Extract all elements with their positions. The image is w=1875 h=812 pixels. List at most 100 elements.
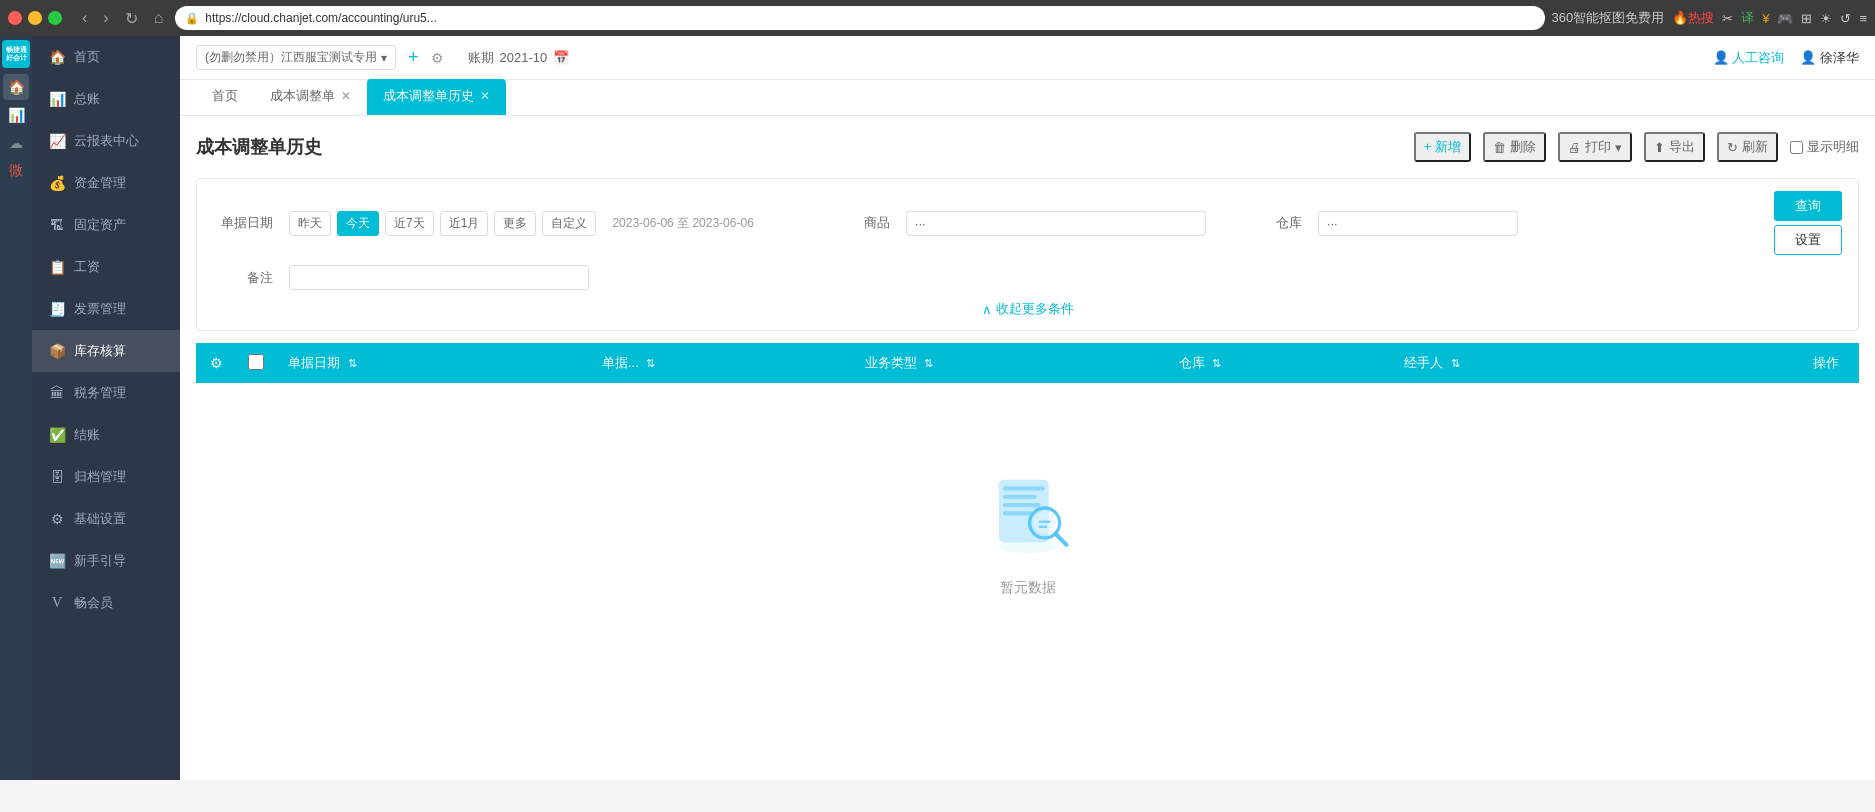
- product-selector[interactable]: ···: [906, 211, 1206, 236]
- export-label: 导出: [1669, 138, 1695, 156]
- nav-item-asset[interactable]: 🏗 固定资产: [32, 204, 180, 246]
- svg-rect-10: [1038, 526, 1046, 529]
- svg-rect-9: [1038, 521, 1050, 524]
- show-detail-checkbox[interactable]: [1790, 141, 1803, 154]
- nav-label-report: 云报表中心: [74, 132, 139, 150]
- nav-item-home[interactable]: 🏠 首页: [32, 36, 180, 78]
- back-btn[interactable]: ‹: [76, 7, 93, 30]
- svg-rect-2: [1003, 486, 1045, 490]
- refresh-icon: ↻: [1727, 140, 1738, 155]
- table-select-all[interactable]: [248, 354, 264, 370]
- browser-max-btn[interactable]: [48, 11, 62, 25]
- add-company-btn[interactable]: +: [408, 47, 419, 68]
- date-btn-7days[interactable]: 近7天: [385, 211, 434, 236]
- date-btn-1month[interactable]: 近1月: [440, 211, 489, 236]
- delete-label: 删除: [1510, 138, 1536, 156]
- coin-icon: ¥: [1762, 11, 1769, 26]
- sidebar-icon-home[interactable]: 🏠: [3, 74, 29, 100]
- show-detail-toggle[interactable]: 显示明细: [1790, 138, 1859, 156]
- tab-cost-adjustment-close[interactable]: ✕: [341, 89, 351, 103]
- company-settings-btn[interactable]: ⚙: [431, 50, 444, 66]
- nav-item-invoice[interactable]: 🧾 发票管理: [32, 288, 180, 330]
- forward-btn[interactable]: ›: [97, 7, 114, 30]
- col-doc-label: 单据...: [602, 355, 639, 370]
- tab-home[interactable]: 首页: [196, 79, 254, 115]
- date-btn-more[interactable]: 更多: [494, 211, 536, 236]
- company-selector[interactable]: (勿删勿禁用）江西服宝测试专用 ▾: [196, 45, 396, 70]
- close-nav-icon: ✅: [48, 427, 66, 443]
- undo-icon: ↺: [1840, 11, 1851, 26]
- tab-cost-adjustment-history[interactable]: 成本调整单历史 ✕: [367, 79, 506, 115]
- url-text: https://cloud.chanjet.com/accounting/uru…: [205, 11, 436, 25]
- table-header-type[interactable]: 业务类型 ⇅: [853, 343, 1167, 383]
- data-table: ⚙ 单据日期 ⇅ 单据... ⇅: [196, 343, 1859, 677]
- tab-history-close[interactable]: ✕: [480, 89, 490, 103]
- refresh-btn[interactable]: ↻ 刷新: [1717, 132, 1778, 162]
- content-area: 成本调整单历史 + 新增 🗑 删除 🖨 打印 ▾ ⬆ 导出: [180, 116, 1875, 780]
- table-header-doc[interactable]: 单据... ⇅: [590, 343, 853, 383]
- sidebar-icon-report[interactable]: ☁: [3, 130, 29, 156]
- nav-item-report[interactable]: 📈 云报表中心: [32, 120, 180, 162]
- nav-item-inventory[interactable]: 📦 库存核算: [32, 330, 180, 372]
- print-btn[interactable]: 🖨 打印 ▾: [1558, 132, 1632, 162]
- sort-date-icon: ⇅: [348, 357, 357, 369]
- collapse-row: ∧ 收起更多条件: [213, 300, 1842, 318]
- table-header-handler[interactable]: 经手人 ⇅: [1392, 343, 1662, 383]
- tab-cost-adjustment-label: 成本调整单: [270, 87, 335, 105]
- tab-cost-adjustment[interactable]: 成本调整单 ✕: [254, 79, 367, 115]
- user-avatar[interactable]: 👤 徐泽华: [1800, 49, 1859, 67]
- setting-btn[interactable]: 设置: [1774, 225, 1842, 255]
- table-gear-btn[interactable]: ⚙: [210, 355, 223, 371]
- address-bar[interactable]: 🔒 https://cloud.chanjet.com/accounting/u…: [175, 6, 1545, 30]
- svg-rect-4: [1003, 503, 1041, 507]
- more-icon: ≡: [1859, 11, 1867, 26]
- table-header-warehouse[interactable]: 仓库 ⇅: [1167, 343, 1393, 383]
- remark-input[interactable]: [289, 265, 589, 290]
- date-btn-today[interactable]: 今天: [337, 211, 379, 236]
- asset-nav-icon: 🏗: [48, 217, 66, 233]
- nav-label-salary: 工资: [74, 258, 100, 276]
- nav-item-ledger[interactable]: 📊 总账: [32, 78, 180, 120]
- page-title-bar: 成本调整单历史 + 新增 🗑 删除 🖨 打印 ▾ ⬆ 导出: [196, 132, 1859, 162]
- app-header: (勿删勿禁用）江西服宝测试专用 ▾ + ⚙ 账期 2021-10 📅 👤 人工咨…: [180, 36, 1875, 80]
- delete-btn[interactable]: 🗑 删除: [1483, 132, 1546, 162]
- nav-item-tax[interactable]: 🏛 税务管理: [32, 372, 180, 414]
- filter-row-remark: 备注: [213, 265, 1842, 290]
- export-btn[interactable]: ⬆ 导出: [1644, 132, 1705, 162]
- sidebar-icon-weibo[interactable]: 微: [3, 158, 29, 184]
- translate-icon: 译: [1741, 9, 1754, 27]
- collapse-btn[interactable]: ∧ 收起更多条件: [982, 300, 1074, 318]
- print-icon: 🖨: [1568, 140, 1581, 155]
- browser-close-btn[interactable]: [8, 11, 22, 25]
- header-actions: 👤 人工咨询 👤 徐泽华: [1713, 49, 1859, 67]
- table-header-settings[interactable]: ⚙: [196, 343, 236, 383]
- warehouse-selector[interactable]: ···: [1318, 211, 1518, 236]
- browser-min-btn[interactable]: [28, 11, 42, 25]
- nav-label-asset: 固定资产: [74, 216, 126, 234]
- table-header-date[interactable]: 单据日期 ⇅: [276, 343, 590, 383]
- add-btn[interactable]: + 新增: [1414, 132, 1471, 162]
- table-header-check[interactable]: [236, 343, 276, 383]
- nav-item-fund[interactable]: 💰 资金管理: [32, 162, 180, 204]
- col-handler-label: 经手人: [1404, 355, 1443, 370]
- sidebar-icon-ledger[interactable]: 📊: [3, 102, 29, 128]
- date-btn-custom[interactable]: 自定义: [542, 211, 596, 236]
- refresh-browser-btn[interactable]: ↻: [119, 7, 144, 30]
- user-name-label: 徐泽华: [1820, 50, 1859, 65]
- nav-item-archive[interactable]: 🗄 归档管理: [32, 456, 180, 498]
- nav-item-close[interactable]: ✅ 结账: [32, 414, 180, 456]
- sort-doc-icon: ⇅: [646, 357, 655, 369]
- date-btn-yesterday[interactable]: 昨天: [289, 211, 331, 236]
- home-btn[interactable]: ⌂: [148, 7, 170, 30]
- nav-item-settings[interactable]: ⚙ 基础设置: [32, 498, 180, 540]
- consultation-link[interactable]: 👤 人工咨询: [1713, 49, 1785, 67]
- nav-item-salary[interactable]: 📋 工资: [32, 246, 180, 288]
- browser-nav: ‹ › ↻ ⌂: [76, 7, 169, 30]
- ledger-nav-icon: 📊: [48, 91, 66, 107]
- empty-text: 暂元数据: [1000, 579, 1056, 597]
- nav-item-vip[interactable]: V 畅会员: [32, 582, 180, 624]
- nav-label-inventory: 库存核算: [74, 342, 126, 360]
- date-filter-buttons: 昨天 今天 近7天 近1月 更多 自定义: [289, 211, 596, 236]
- query-btn[interactable]: 查询: [1774, 191, 1842, 221]
- nav-item-guide[interactable]: 🆕 新手引导: [32, 540, 180, 582]
